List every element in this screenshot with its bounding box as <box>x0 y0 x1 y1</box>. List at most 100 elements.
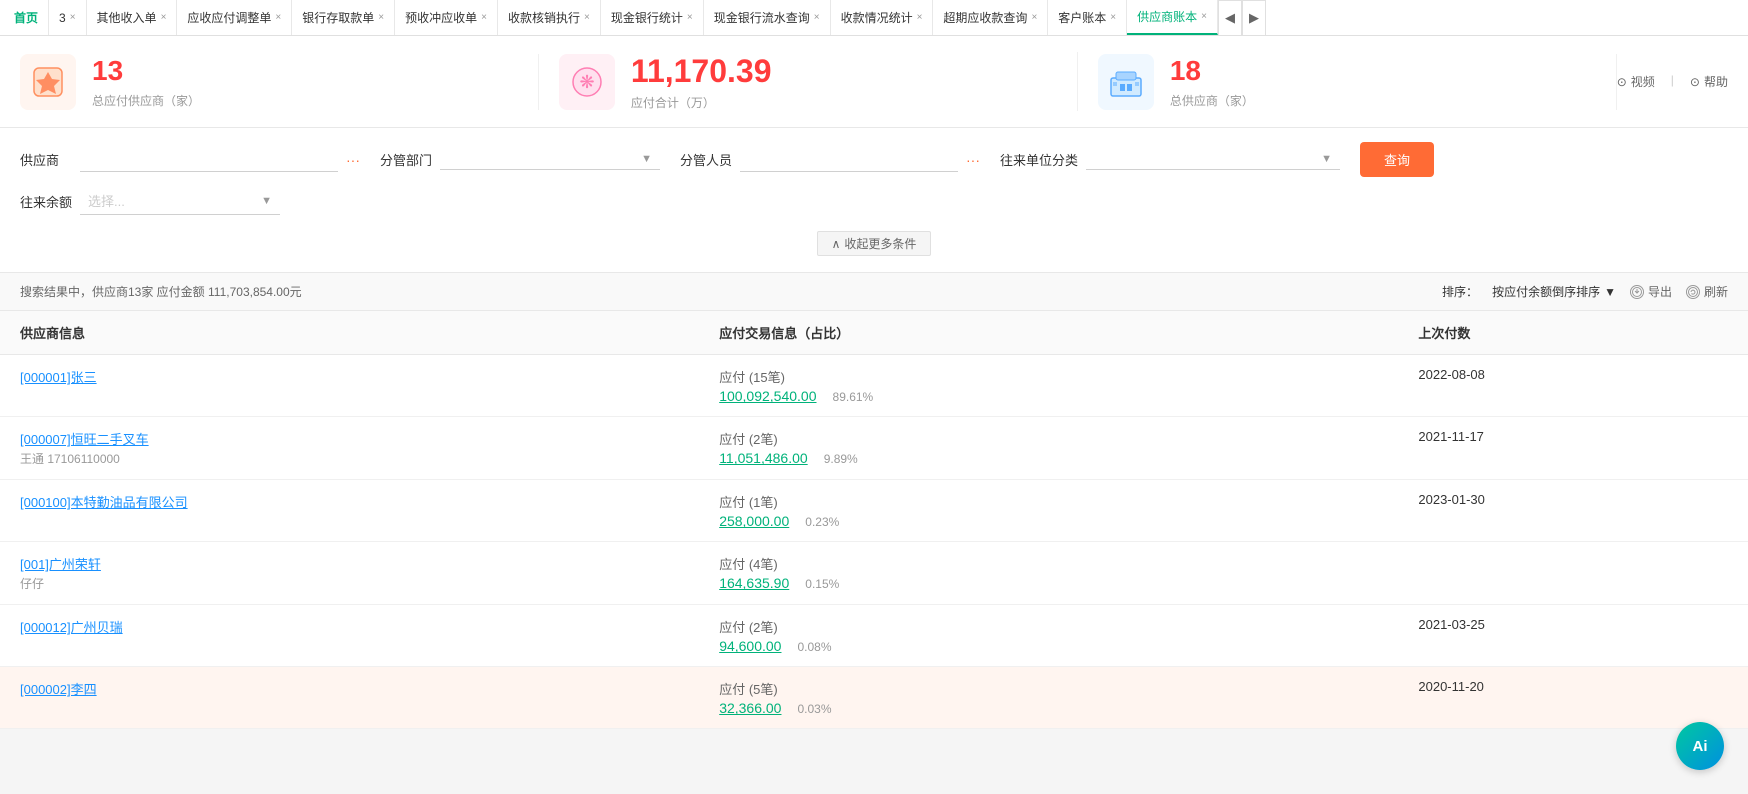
nav-tab-cash-bank-stat-close[interactable]: × <box>687 12 693 23</box>
nav-tab-home[interactable]: 首页 <box>4 0 49 35</box>
nav-tab-home-label: 首页 <box>14 9 38 26</box>
filter-balance-select[interactable]: 选择... ▼ <box>80 187 280 215</box>
nav-tab-3[interactable]: 3 × <box>49 0 87 35</box>
query-button[interactable]: 查询 <box>1360 142 1434 177</box>
tx-row: 94,600.00 0.08% <box>719 636 1378 654</box>
filter-supplier-input[interactable] <box>80 148 338 172</box>
filter-person-dots[interactable]: ··· <box>966 152 980 168</box>
nav-tab-ar-ap-adjust-close[interactable]: × <box>275 12 281 23</box>
help-link[interactable]: 帮助 <box>1704 73 1728 90</box>
table-row: [000007]恒旺二手叉车 王通 17106110000 应付 (2笔) 11… <box>0 417 1748 480</box>
tx-label: 应付 (5笔) <box>719 679 1378 698</box>
nav-tab-cash-bank-flow-close[interactable]: × <box>814 12 820 23</box>
tx-label: 应付 (4笔) <box>719 554 1378 573</box>
collapse-button[interactable]: ∧ 收起更多条件 <box>817 231 932 256</box>
export-button[interactable]: 导出 <box>1630 283 1672 300</box>
summary-total-suppliers-icon <box>1098 54 1154 110</box>
nav-tab-receipt-verify[interactable]: 收款核销执行 × <box>498 0 601 35</box>
filter-category-label: 往来单位分类 <box>1000 150 1078 169</box>
tx-amount[interactable]: 32,366.00 <box>719 700 781 716</box>
tx-row: 100,092,540.00 89.61% <box>719 386 1378 404</box>
last-payment-cell: 2022-08-08 <box>1398 355 1748 417</box>
summary-total-suppliers-label: 总供应商（家） <box>1170 92 1254 109</box>
supplier-link[interactable]: [000007]恒旺二手叉车 <box>20 432 149 447</box>
summary-payable-suppliers-number: 13 <box>92 54 200 88</box>
summary-total-suppliers-number: 18 <box>1170 54 1254 88</box>
supplier-sub: 仔仔 <box>20 575 679 592</box>
supplier-link[interactable]: [000100]本特勤油品有限公司 <box>20 495 188 510</box>
nav-tab-overdue-ar[interactable]: 超期应收款查询 × <box>933 0 1048 35</box>
supplier-link[interactable]: [000001]张三 <box>20 370 97 385</box>
supplier-link[interactable]: [000002]李四 <box>20 682 97 697</box>
summary-payable-total-number: 11,170.39 <box>631 52 772 90</box>
nav-tab-ar-ap-adjust-label: 应收应付调整单 <box>187 9 271 26</box>
col-header-supplier: 供应商信息 <box>0 311 699 355</box>
nav-tab-customer-ledger[interactable]: 客户账本 × <box>1048 0 1127 35</box>
tx-amount[interactable]: 11,051,486.00 <box>719 450 808 466</box>
nav-tab-prepaid-ar[interactable]: 预收冲应收单 × <box>395 0 498 35</box>
tx-percent: 89.61% <box>833 390 874 404</box>
tx-count: (2笔) <box>749 620 778 635</box>
tx-amount[interactable]: 258,000.00 <box>719 513 789 529</box>
results-bar: 搜索结果中，供应商13家 应付金额 111,703,854.00元 排序： 按应… <box>0 273 1748 311</box>
nav-tab-3-label: 3 <box>59 11 66 25</box>
nav-tab-receipt-stat[interactable]: 收款情况统计 × <box>831 0 934 35</box>
filter-dept-label: 分管部门 <box>380 150 432 169</box>
nav-tab-receipt-verify-close[interactable]: × <box>584 12 590 23</box>
filter-dept-select[interactable]: ▼ <box>440 149 660 170</box>
tx-row: 164,635.90 0.15% <box>719 573 1378 591</box>
filter-balance-label: 往来余额 <box>20 192 72 211</box>
results-summary: 搜索结果中，供应商13家 应付金额 111,703,854.00元 <box>20 283 302 300</box>
nav-tab-supplier-ledger-close[interactable]: × <box>1201 11 1207 22</box>
tx-amount[interactable]: 100,092,540.00 <box>719 388 816 404</box>
filter-person-input[interactable] <box>740 148 958 172</box>
sort-chevron-icon: ▼ <box>1604 285 1616 299</box>
top-navigation: 首页 3 × 其他收入单 × 应收应付调整单 × 银行存取款单 × 预收冲应收单… <box>0 0 1748 36</box>
nav-tab-cash-bank-stat[interactable]: 现金银行统计 × <box>601 0 704 35</box>
nav-tab-ar-ap-adjust[interactable]: 应收应付调整单 × <box>177 0 292 35</box>
nav-tab-customer-ledger-close[interactable]: × <box>1110 12 1116 23</box>
supplier-link[interactable]: [000012]广州贝瑞 <box>20 620 123 635</box>
tx-amount[interactable]: 94,600.00 <box>719 638 781 654</box>
nav-tab-supplier-ledger[interactable]: 供应商账本 × <box>1127 0 1218 35</box>
data-table-container: 供应商信息 应付交易信息（占比） 上次付数 [000001]张三 应付 (15笔… <box>0 311 1748 729</box>
tx-label: 应付 (1笔) <box>719 492 1378 511</box>
filter-category-select[interactable]: ▼ <box>1086 149 1340 170</box>
refresh-button[interactable]: 刷新 <box>1686 283 1728 300</box>
summary-payable-suppliers-icon <box>20 54 76 110</box>
nav-tab-3-close[interactable]: × <box>70 12 76 23</box>
nav-tab-other-income-close[interactable]: × <box>161 12 167 23</box>
sort-select[interactable]: 按应付余额倒序排序 ▼ <box>1492 283 1616 300</box>
tx-row: 258,000.00 0.23% <box>719 511 1378 529</box>
nav-tab-cash-bank-flow[interactable]: 现金银行流水查询 × <box>704 0 831 35</box>
ai-button[interactable]: Ai <box>1676 722 1724 770</box>
nav-tab-receipt-stat-close[interactable]: × <box>917 12 923 23</box>
summary-payable-total-label: 应付合计（万） <box>631 94 772 111</box>
col-header-tx: 应付交易信息（占比） <box>699 311 1398 355</box>
nav-tab-other-income[interactable]: 其他收入单 × <box>87 0 178 35</box>
supplier-info-cell: [000001]张三 <box>0 355 699 417</box>
nav-tab-bank-deposit[interactable]: 银行存取款单 × <box>292 0 395 35</box>
nav-arrow-right[interactable]: ▶ <box>1242 0 1266 36</box>
nav-tab-overdue-ar-close[interactable]: × <box>1031 12 1037 23</box>
tx-amount[interactable]: 164,635.90 <box>719 575 789 591</box>
results-actions: 排序： 按应付余额倒序排序 ▼ 导出 刷新 <box>1442 283 1728 300</box>
nav-tab-bank-deposit-close[interactable]: × <box>378 12 384 23</box>
tx-label: 应付 (2笔) <box>719 617 1378 636</box>
filter-supplier-dots[interactable]: ··· <box>346 152 360 168</box>
help-icon: ⊙ <box>1690 75 1700 89</box>
supplier-info-cell: [000002]李四 <box>0 667 699 729</box>
nav-tab-overdue-ar-label: 超期应收款查询 <box>943 9 1027 26</box>
nav-tab-prepaid-ar-close[interactable]: × <box>481 12 487 23</box>
nav-tab-bank-deposit-label: 银行存取款单 <box>302 9 374 26</box>
balance-chevron-down-icon: ▼ <box>261 195 272 207</box>
nav-arrow-left[interactable]: ◀ <box>1218 0 1242 36</box>
tx-row: 32,366.00 0.03% <box>719 698 1378 716</box>
supplier-link[interactable]: [001]广州荣轩 <box>20 557 101 572</box>
video-link[interactable]: 视频 <box>1631 73 1655 90</box>
nav-tab-prepaid-ar-label: 预收冲应收单 <box>405 9 477 26</box>
table-header-row: 供应商信息 应付交易信息（占比） 上次付数 <box>0 311 1748 355</box>
last-payment-date: 2023-01-30 <box>1418 492 1485 507</box>
nav-tab-receipt-verify-label: 收款核销执行 <box>508 9 580 26</box>
collapse-label: 收起更多条件 <box>844 235 916 252</box>
